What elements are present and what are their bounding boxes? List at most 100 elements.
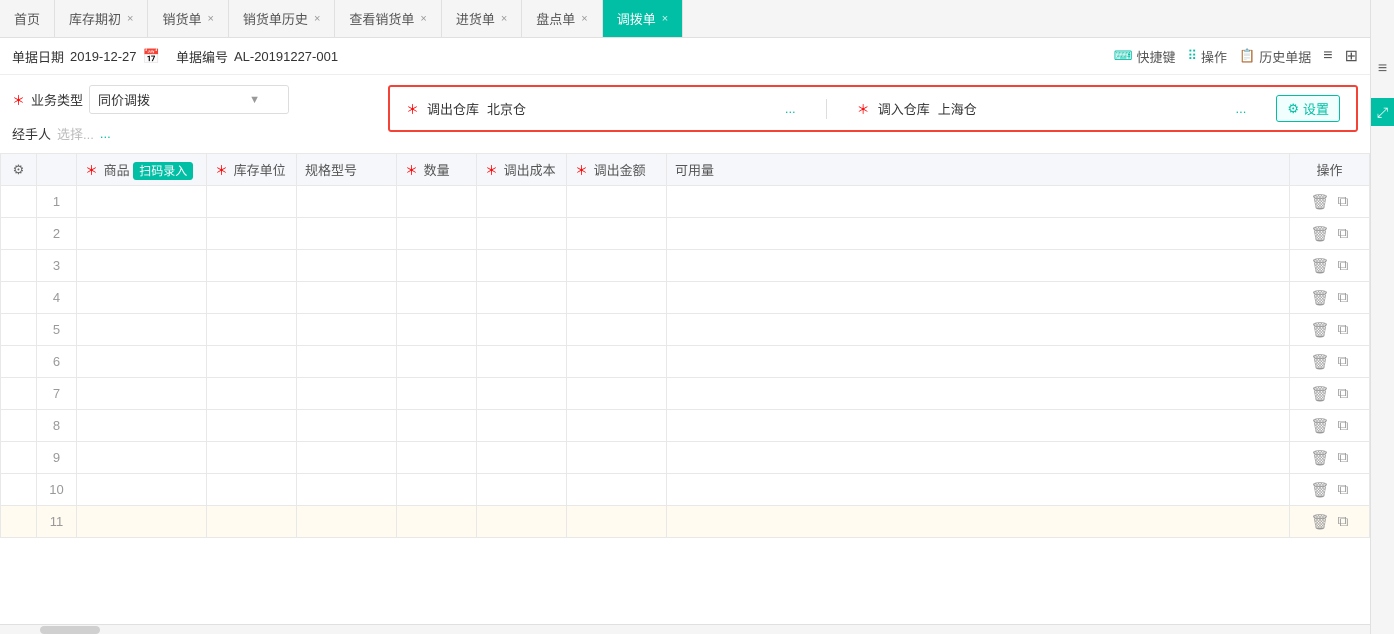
copy-icon-1[interactable]: ⧉ [1338,193,1349,210]
row-unit-1[interactable] [207,186,297,218]
tab-close-inventory-init[interactable]: × [127,13,133,25]
settings-button[interactable]: ⚙ 设置 [1276,95,1340,122]
business-type-select[interactable]: 同价调拨 ▼ [89,85,289,114]
row-spec-9[interactable] [297,442,397,474]
row-spec-1[interactable] [297,186,397,218]
tab-close-purchase-order[interactable]: × [501,13,507,25]
grid2-icon[interactable]: ⊞ [1345,46,1358,66]
delete-icon-8[interactable]: 🗑 [1311,417,1330,435]
scroll-row[interactable] [0,624,1370,634]
row-cost-3[interactable] [477,250,567,282]
row-unit-11[interactable] [207,506,297,538]
handler-select[interactable]: 选择... [57,124,94,143]
row-avail-7[interactable] [667,378,1290,410]
copy-icon-4[interactable]: ⧉ [1338,289,1349,306]
row-product-7[interactable] [77,378,207,410]
tab-close-view-sales[interactable]: × [420,13,426,25]
tab-home[interactable]: 首页 [0,0,55,37]
copy-icon-6[interactable]: ⧉ [1338,353,1349,370]
delete-icon-1[interactable]: 🗑 [1311,193,1330,211]
history-btn[interactable]: 📋 历史单据 [1239,47,1311,66]
operations-btn[interactable]: ⠿ 操作 [1188,47,1228,66]
row-avail-6[interactable] [667,346,1290,378]
row-cost-4[interactable] [477,282,567,314]
row-spec-5[interactable] [297,314,397,346]
row-qty-3[interactable] [397,250,477,282]
row-qty-10[interactable] [397,474,477,506]
tab-sales-history[interactable]: 销货单历史 × [229,0,335,37]
delete-icon-5[interactable]: 🗑 [1311,321,1330,339]
copy-icon-8[interactable]: ⧉ [1338,417,1349,434]
copy-icon-3[interactable]: ⧉ [1338,257,1349,274]
row-qty-1[interactable] [397,186,477,218]
row-spec-7[interactable] [297,378,397,410]
row-amount-5[interactable] [567,314,667,346]
row-product-5[interactable] [77,314,207,346]
row-spec-2[interactable] [297,218,397,250]
row-product-1[interactable] [77,186,207,218]
delete-icon-2[interactable]: 🗑 [1311,225,1330,243]
row-avail-9[interactable] [667,442,1290,474]
tab-inventory-init[interactable]: 库存期初 × [55,0,148,37]
delete-icon-3[interactable]: 🗑 [1311,257,1330,275]
column-settings-icon[interactable]: ⚙ [13,162,25,177]
row-qty-11[interactable] [397,506,477,538]
row-spec-4[interactable] [297,282,397,314]
row-spec-10[interactable] [297,474,397,506]
tab-close-transfer-order[interactable]: × [662,13,668,25]
row-avail-10[interactable] [667,474,1290,506]
note-icon[interactable]: ≡ [1378,60,1387,78]
row-cost-6[interactable] [477,346,567,378]
row-cost-7[interactable] [477,378,567,410]
tab-purchase-order[interactable]: 进货单 × [442,0,522,37]
copy-icon-5[interactable]: ⧉ [1338,321,1349,338]
row-amount-8[interactable] [567,410,667,442]
row-product-8[interactable] [77,410,207,442]
row-unit-3[interactable] [207,250,297,282]
row-qty-2[interactable] [397,218,477,250]
row-amount-10[interactable] [567,474,667,506]
row-avail-1[interactable] [667,186,1290,218]
tab-close-sales-history[interactable]: × [314,13,320,25]
row-qty-4[interactable] [397,282,477,314]
row-product-6[interactable] [77,346,207,378]
row-spec-8[interactable] [297,410,397,442]
row-cost-11[interactable] [477,506,567,538]
row-avail-11[interactable] [667,506,1290,538]
row-qty-5[interactable] [397,314,477,346]
row-spec-6[interactable] [297,346,397,378]
tab-close-inventory-check[interactable]: × [581,13,587,25]
barcode-scan-button[interactable]: 扫码录入 [133,162,193,180]
row-unit-5[interactable] [207,314,297,346]
row-amount-7[interactable] [567,378,667,410]
row-qty-9[interactable] [397,442,477,474]
row-unit-9[interactable] [207,442,297,474]
delete-icon-11[interactable]: 🗑 [1311,513,1330,531]
row-cost-2[interactable] [477,218,567,250]
row-avail-3[interactable] [667,250,1290,282]
shortcuts-btn[interactable]: ⌨ 快捷键 [1114,47,1176,66]
row-amount-11[interactable] [567,506,667,538]
row-cost-1[interactable] [477,186,567,218]
delete-icon-10[interactable]: 🗑 [1311,481,1330,499]
delete-icon-9[interactable]: 🗑 [1311,449,1330,467]
row-amount-3[interactable] [567,250,667,282]
copy-icon-10[interactable]: ⧉ [1338,481,1349,498]
handler-more[interactable]: ... [100,126,111,141]
row-unit-7[interactable] [207,378,297,410]
scroll-bar[interactable] [40,626,100,634]
row-amount-9[interactable] [567,442,667,474]
row-unit-8[interactable] [207,410,297,442]
warehouse-in-more[interactable]: ... [1236,101,1247,116]
copy-icon-2[interactable]: ⧉ [1338,225,1349,242]
expand-icon[interactable]: ⤢ [1371,98,1394,126]
th-settings[interactable]: ⚙ [1,154,37,186]
copy-icon-9[interactable]: ⧉ [1338,449,1349,466]
tab-sales-order[interactable]: 销货单 × [148,0,228,37]
row-spec-3[interactable] [297,250,397,282]
row-product-10[interactable] [77,474,207,506]
row-amount-6[interactable] [567,346,667,378]
copy-icon-7[interactable]: ⧉ [1338,385,1349,402]
row-cost-8[interactable] [477,410,567,442]
row-avail-5[interactable] [667,314,1290,346]
